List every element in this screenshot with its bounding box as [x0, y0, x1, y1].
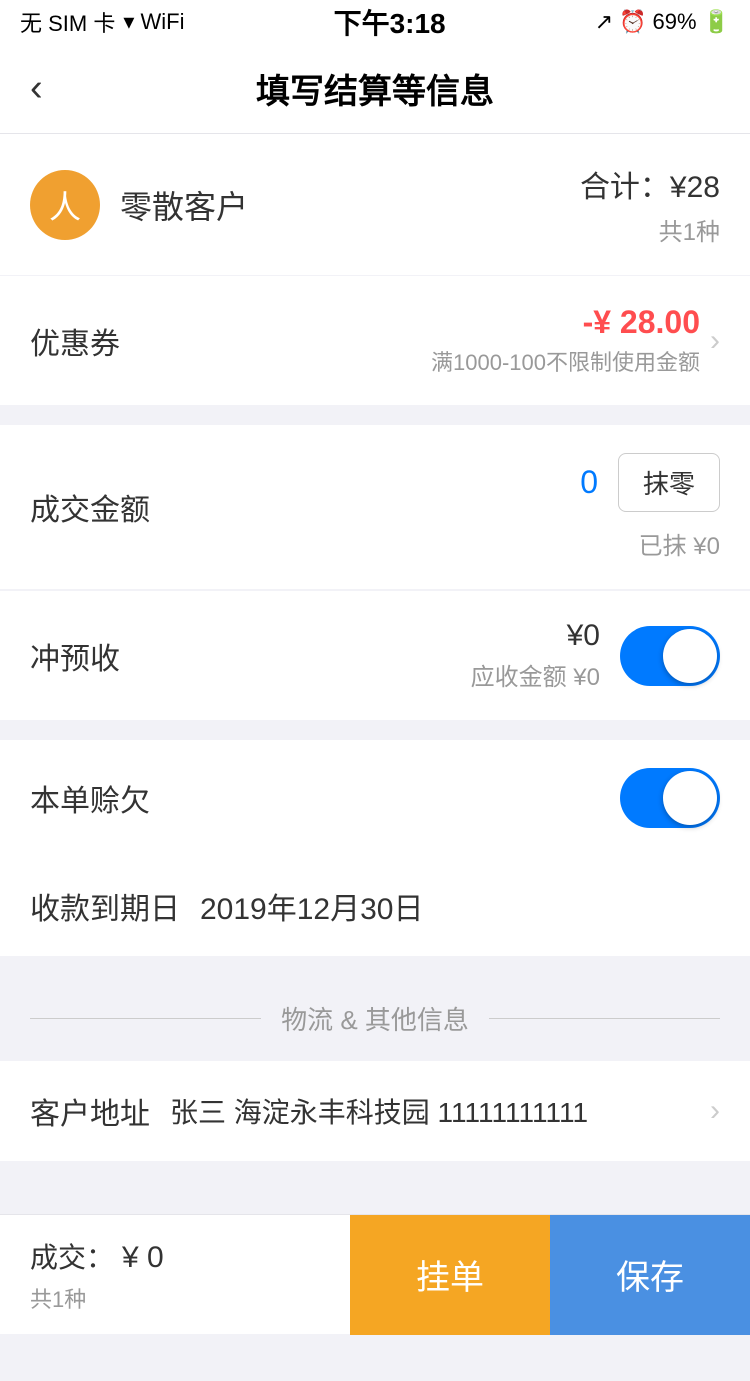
status-time: 下午3:18	[334, 2, 446, 42]
page-title: 填写结算等信息	[256, 64, 494, 113]
customer-row: 人 零散客户 合计：¥28 共1种	[0, 134, 750, 275]
coupon-label: 优惠券	[30, 319, 120, 363]
deal-amount-label: 成交金额	[30, 485, 150, 529]
logistics-divider: 物流 & 其他信息	[0, 976, 750, 1061]
chong-amount-block: ¥0 应收金额 ¥0	[471, 619, 600, 692]
deal-amount-value: 0	[580, 464, 598, 501]
chong-toggle[interactable]	[620, 626, 720, 686]
address-section: 客户地址 张三 海淀永丰科技园 11111111111 ›	[0, 1061, 750, 1161]
chong-amount: ¥0	[471, 619, 600, 653]
chong-right: ¥0 应收金额 ¥0	[471, 619, 720, 692]
avatar-icon: 人	[49, 182, 81, 228]
status-bar: 无 SIM 卡 ▾ WiFi 下午3:18 ↗ ⏰ 69% 🔋	[0, 0, 750, 44]
customer-section: 人 零散客户 合计：¥28 共1种 优惠券 -¥ 28.00 满1000-100…	[0, 134, 750, 405]
total-count: 共1种	[580, 212, 720, 247]
chong-prereceive-row: 冲预收 ¥0 应收金额 ¥0	[0, 590, 750, 720]
due-date-row: 收款到期日 2019年12月30日	[0, 856, 750, 956]
bottom-info: 成交： ¥ 0 共1种	[0, 1236, 350, 1314]
coupon-right: -¥ 28.00 满1000-100不限制使用金额 ›	[431, 304, 720, 377]
deal-amount-row: 成交金额 0 抹零 已抹 ¥0	[0, 425, 750, 590]
deal-amount-sub: 已抹 ¥0	[639, 526, 720, 561]
battery-level: 69%	[653, 9, 697, 35]
coupon-discount: -¥ 28.00	[431, 304, 700, 341]
debt-toggle[interactable]	[620, 768, 720, 828]
address-label: 客户地址	[30, 1089, 150, 1133]
chong-label: 冲预收	[30, 634, 120, 678]
bottom-bar: 成交： ¥ 0 共1种 挂单 保存	[0, 1214, 750, 1334]
logistics-label: 物流 & 其他信息	[281, 1000, 469, 1037]
nav-bar: ‹ 填写结算等信息	[0, 44, 750, 134]
debt-row: 本单赊欠	[0, 740, 750, 856]
avatar: 人	[30, 170, 100, 240]
coupon-row[interactable]: 优惠券 -¥ 28.00 满1000-100不限制使用金额 ›	[0, 275, 750, 405]
bottom-count: 共1种	[30, 1282, 320, 1314]
deal-amount-right: 0 抹零	[580, 453, 720, 512]
bottom-deal-label: 成交：	[30, 1236, 114, 1276]
status-right: ↗ ⏰ 69% 🔋	[595, 9, 730, 35]
hang-order-button[interactable]: 挂单	[350, 1215, 550, 1335]
customer-name: 零散客户	[120, 182, 248, 228]
coupon-chevron-icon: ›	[710, 324, 720, 358]
address-row[interactable]: 客户地址 张三 海淀永丰科技园 11111111111 ›	[0, 1061, 750, 1161]
customer-right: 合计：¥28 共1种	[580, 162, 720, 247]
total-amount: 合计：¥28	[580, 162, 720, 206]
debt-section: 本单赊欠 收款到期日 2019年12月30日	[0, 740, 750, 956]
location-icon: ↗	[595, 9, 613, 35]
save-button[interactable]: 保存	[550, 1215, 750, 1335]
address-chevron-icon: ›	[710, 1094, 720, 1128]
battery-icon: 🔋	[703, 9, 730, 35]
wifi-icon: ▾ WiFi	[123, 9, 184, 35]
alarm-icon: ⏰	[619, 9, 646, 35]
chong-sub: 应收金额 ¥0	[471, 657, 600, 692]
toggle-thumb	[663, 629, 717, 683]
sim-status: 无 SIM 卡	[20, 6, 115, 38]
bottom-deal-amount: ¥ 0	[122, 1241, 164, 1275]
round-zero-button[interactable]: 抹零	[618, 453, 720, 512]
due-date-value: 2019年12月30日	[200, 884, 423, 928]
debt-label: 本单赊欠	[30, 776, 150, 820]
status-left: 无 SIM 卡 ▾ WiFi	[20, 6, 184, 38]
deal-amount-section: 成交金额 0 抹零 已抹 ¥0 冲预收 ¥0 应收金额 ¥0	[0, 425, 750, 720]
customer-left: 人 零散客户	[30, 170, 248, 240]
back-button[interactable]: ‹	[30, 67, 43, 110]
due-date-label: 收款到期日	[30, 884, 180, 928]
debt-toggle-thumb	[663, 771, 717, 825]
coupon-desc: 满1000-100不限制使用金额	[431, 345, 700, 377]
address-value: 张三 海淀永丰科技园 11111111111	[170, 1091, 710, 1131]
